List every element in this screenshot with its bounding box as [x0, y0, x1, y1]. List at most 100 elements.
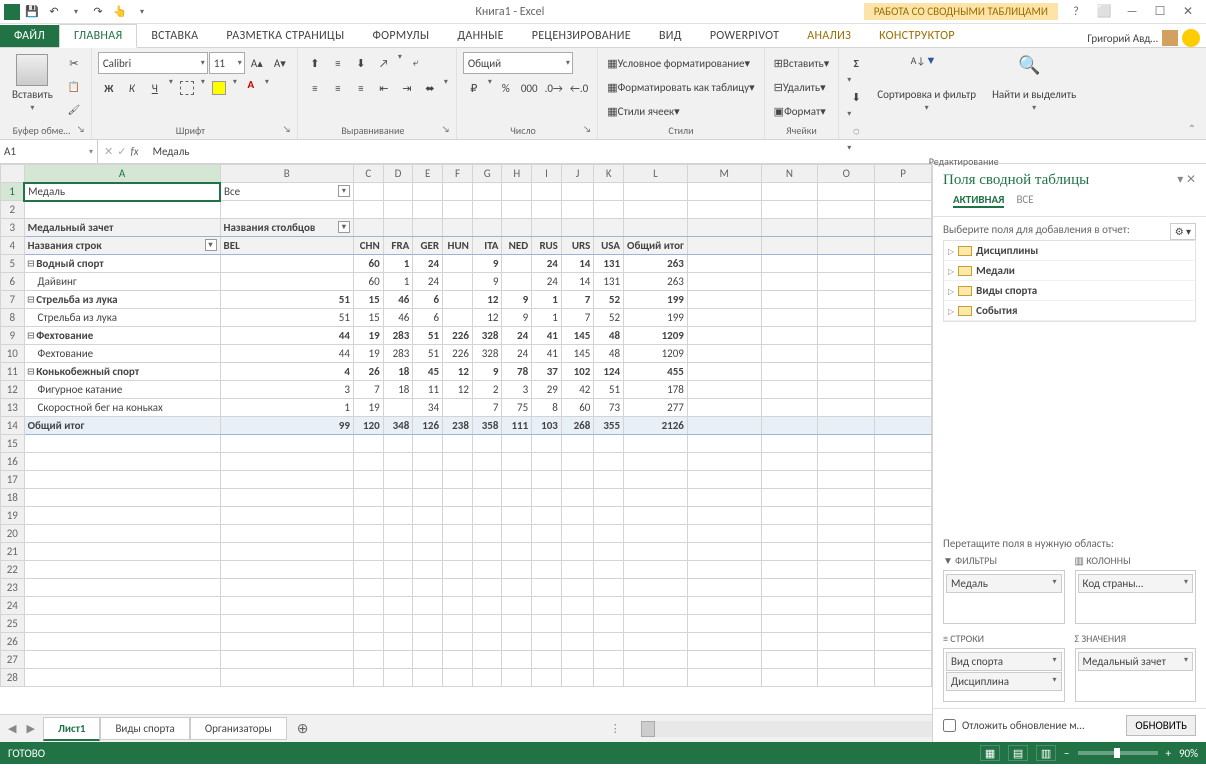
- sheet-tab-1[interactable]: Лист1: [43, 717, 101, 741]
- row-header-26[interactable]: 26: [1, 633, 25, 651]
- autosum-dropdown[interactable]: ▾: [845, 75, 867, 85]
- font-size-combo[interactable]: 11: [209, 52, 245, 74]
- decrease-indent-button[interactable]: ⇤: [373, 77, 395, 99]
- tab-review[interactable]: РЕЦЕНЗИРОВАНИЕ: [518, 25, 645, 47]
- expand-icon[interactable]: ⊟: [28, 365, 35, 378]
- touch-mode-button[interactable]: 👆: [110, 2, 130, 22]
- col-header-M[interactable]: M: [687, 165, 761, 183]
- zoom-slider[interactable]: [1078, 751, 1158, 755]
- col-header-G[interactable]: G: [472, 165, 502, 183]
- tab-layout[interactable]: РАЗМЕТКА СТРАНИЦЫ: [212, 25, 358, 47]
- expand-icon[interactable]: [948, 304, 954, 317]
- row-chip-discipline[interactable]: Дисциплина▾: [946, 672, 1062, 691]
- col-chip-country[interactable]: Код страны…▾: [1078, 574, 1194, 593]
- row-header-8[interactable]: 8: [1, 309, 25, 327]
- row-header-3[interactable]: 3: [1, 219, 25, 237]
- tab-data[interactable]: ДАННЫЕ: [443, 25, 517, 47]
- tab-insert[interactable]: ВСТАВКА: [137, 25, 212, 47]
- tab-design[interactable]: КОНСТРУКТОР: [865, 25, 969, 47]
- row-header-10[interactable]: 10: [1, 345, 25, 363]
- row-header-19[interactable]: 19: [1, 507, 25, 525]
- insert-cells-button[interactable]: ⊞ Вставить ▾: [771, 52, 833, 74]
- currency-button[interactable]: ₽: [463, 77, 485, 99]
- decrease-decimal-button[interactable]: ←.0: [567, 77, 591, 99]
- expand-icon[interactable]: [948, 244, 954, 257]
- fill-button[interactable]: ⬇: [845, 86, 867, 108]
- sheet-prev-icon[interactable]: ◀: [8, 722, 16, 735]
- expand-icon[interactable]: [948, 284, 954, 297]
- number-launcher[interactable]: ↘: [583, 124, 591, 135]
- paste-dropdown[interactable]: ▾: [28, 103, 36, 113]
- cell-styles-button[interactable]: ▦ Стили ячеек ▾: [604, 100, 682, 122]
- borders-dropdown[interactable]: ▾: [199, 77, 207, 99]
- clear-button[interactable]: ◌: [845, 120, 867, 142]
- zoom-out-button[interactable]: −: [1064, 747, 1069, 760]
- underline-button[interactable]: [144, 77, 166, 99]
- cell-b1[interactable]: Все▾: [220, 183, 353, 201]
- name-box[interactable]: A1: [0, 140, 98, 163]
- row-header-22[interactable]: 22: [1, 561, 25, 579]
- tab-powerpivot[interactable]: POWERPIVOT: [696, 25, 793, 47]
- row-chip-sport[interactable]: Вид спорта▾: [946, 652, 1062, 671]
- font-color-button[interactable]: [240, 77, 262, 91]
- row-header-21[interactable]: 21: [1, 543, 25, 561]
- paste-button[interactable]: Вставить ▾: [6, 52, 59, 115]
- row-header-5[interactable]: 5: [1, 255, 25, 273]
- row-header-27[interactable]: 27: [1, 651, 25, 669]
- area-rows[interactable]: Вид спорта▾ Дисциплина▾: [943, 648, 1065, 702]
- percent-button[interactable]: %: [495, 77, 517, 99]
- clipboard-launcher[interactable]: ↘: [77, 124, 85, 135]
- pane-settings-button[interactable]: ⚙ ▾: [1170, 223, 1196, 240]
- copy-button[interactable]: [63, 75, 85, 97]
- italic-button[interactable]: [121, 77, 143, 99]
- tab-formulas[interactable]: ФОРМУЛЫ: [358, 25, 443, 47]
- row-header-14[interactable]: 14: [1, 417, 25, 435]
- user-area[interactable]: Григорий Авд…: [1081, 29, 1206, 47]
- col-header-A[interactable]: A: [24, 165, 220, 183]
- col-header-E[interactable]: E: [413, 165, 443, 183]
- number-format-combo[interactable]: Общий: [463, 52, 573, 74]
- page-break-view-button[interactable]: ▥: [1036, 745, 1056, 761]
- align-right-button[interactable]: ≡: [350, 77, 372, 99]
- row-header-24[interactable]: 24: [1, 597, 25, 615]
- currency-dropdown[interactable]: ▾: [486, 77, 494, 99]
- increase-font-button[interactable]: A▴: [246, 52, 268, 74]
- minimize-button[interactable]: —: [1120, 2, 1144, 22]
- font-launcher[interactable]: ↘: [283, 124, 291, 135]
- row-header-23[interactable]: 23: [1, 579, 25, 597]
- sort-filter-button[interactable]: Сортировка и фильтр▾: [871, 52, 982, 115]
- col-header-L[interactable]: L: [624, 165, 688, 183]
- area-filters[interactable]: Медаль▾: [943, 570, 1065, 624]
- filter-icon[interactable]: ▾: [338, 185, 350, 197]
- ribbon-display-button[interactable]: ⬜: [1092, 2, 1116, 22]
- underline-dropdown[interactable]: ▾: [167, 77, 175, 99]
- pane-close-button[interactable]: ▾ ✕: [1177, 172, 1196, 187]
- find-select-button[interactable]: Найти и выделить▾: [986, 52, 1082, 115]
- col-header-O[interactable]: O: [818, 165, 875, 183]
- zoom-thumb[interactable]: [1114, 748, 1120, 758]
- page-layout-view-button[interactable]: ▤: [1008, 745, 1028, 761]
- fill-dropdown[interactable]: ▾: [845, 109, 867, 119]
- redo-button[interactable]: ↷: [88, 2, 108, 22]
- col-header-N[interactable]: N: [761, 165, 818, 183]
- tab-home[interactable]: ГЛАВНАЯ: [59, 24, 137, 48]
- delete-cells-button[interactable]: ⊟ Удалить ▾: [771, 76, 829, 98]
- row-header-12[interactable]: 12: [1, 381, 25, 399]
- format-as-table-button[interactable]: ▦ Форматировать как таблицу ▾: [604, 76, 757, 98]
- undo-dropdown[interactable]: ▾: [66, 2, 86, 22]
- col-header-K[interactable]: K: [594, 165, 624, 183]
- tab-view[interactable]: ВИД: [645, 25, 696, 47]
- sheet-scroll[interactable]: ABCDEFGHIJKLMNOP1МедальВсе▾23Медальный з…: [0, 164, 932, 714]
- cell-a1[interactable]: Медаль: [24, 183, 220, 201]
- field-События[interactable]: События: [944, 301, 1195, 321]
- field-Медали[interactable]: Медали: [944, 261, 1195, 281]
- row-header-7[interactable]: 7: [1, 291, 25, 309]
- close-button[interactable]: ✕: [1176, 2, 1200, 22]
- col-header-F[interactable]: F: [443, 165, 473, 183]
- merge-button[interactable]: ⬌: [419, 77, 441, 99]
- zoom-in-button[interactable]: +: [1166, 747, 1171, 760]
- pane-tab-all[interactable]: ВСЕ: [1016, 193, 1033, 208]
- align-middle-button[interactable]: ≡: [327, 52, 349, 74]
- row-header-1[interactable]: 1: [1, 183, 25, 201]
- col-header-B[interactable]: B: [220, 165, 353, 183]
